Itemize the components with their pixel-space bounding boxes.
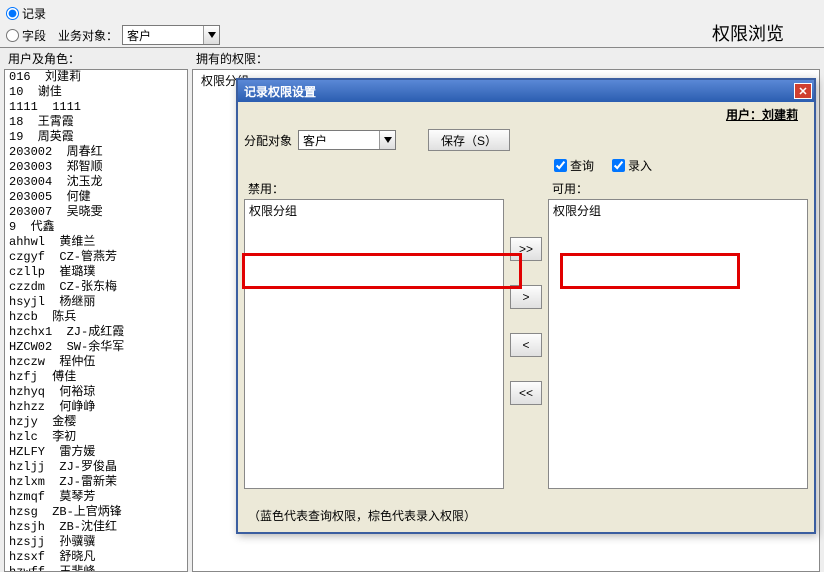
users-panel: 用户及角色： 016 刘建莉10 谢佳1111 111118 王霄霞19 周英霞… xyxy=(0,48,188,572)
list-item[interactable]: hzcb 陈兵 xyxy=(5,310,187,325)
disable-label: 禁用： xyxy=(244,178,504,199)
page-title: 权限浏览 xyxy=(712,20,784,46)
list-item[interactable]: hzjy 金樱 xyxy=(5,415,187,430)
list-item[interactable]: 18 王霄霞 xyxy=(5,115,187,130)
assign-row: 分配对象 保存（S） xyxy=(244,125,808,155)
users-panel-label: 用户及角色： xyxy=(8,50,188,67)
disable-listbox[interactable]: 权限分组 xyxy=(244,199,504,489)
assign-input[interactable] xyxy=(299,131,379,149)
assign-label: 分配对象 xyxy=(244,132,292,149)
assign-combo[interactable] xyxy=(298,130,396,150)
dialog-body: 用户：刘建莉 分配对象 保存（S） 查询 录入 xyxy=(238,102,814,532)
list-item[interactable]: 1111 1111 xyxy=(5,100,187,115)
chevron-down-icon[interactable] xyxy=(203,26,219,44)
list-item[interactable]: 203004 沈玉龙 xyxy=(5,175,187,190)
users-list[interactable]: 016 刘建莉10 谢佳1111 111118 王霄霞19 周英霞203002 … xyxy=(4,69,188,572)
list-item[interactable]: hzhyq 何裕琼 xyxy=(5,385,187,400)
list-item[interactable]: hzmqf 莫琴芳 xyxy=(5,490,187,505)
list-item[interactable]: 016 刘建莉 xyxy=(5,70,187,85)
list-item[interactable]: hzljj ZJ-罗俊晶 xyxy=(5,460,187,475)
business-object-label: 业务对象： xyxy=(58,27,118,44)
list-item[interactable]: ahhwl 黄维兰 xyxy=(5,235,187,250)
list-item[interactable]: 203003 郑智顺 xyxy=(5,160,187,175)
list-item[interactable]: hzsg ZB-上官炳锋 xyxy=(5,505,187,520)
list-item[interactable]: 203005 何健 xyxy=(5,190,187,205)
list-item[interactable]: hzsxf 舒晓凡 xyxy=(5,550,187,565)
list-item[interactable]: 权限分组 xyxy=(553,202,803,219)
list-item[interactable]: czllp 崔璐璞 xyxy=(5,265,187,280)
move-left-button[interactable]: < xyxy=(510,333,542,357)
list-item[interactable]: hzfj 傅佳 xyxy=(5,370,187,385)
radio-record-label: 记录 xyxy=(22,5,46,22)
chevron-down-icon[interactable] xyxy=(379,131,395,149)
list-item[interactable]: hzwff 王斐峰 xyxy=(5,565,187,572)
list-item[interactable]: 9 代鑫 xyxy=(5,220,187,235)
list-item[interactable]: hzhzz 何峥峥 xyxy=(5,400,187,415)
checkbox-input[interactable]: 录入 xyxy=(612,157,652,174)
dialog-user-line: 用户：刘建莉 xyxy=(244,104,808,125)
list-item[interactable]: hzlxm ZJ-雷新茉 xyxy=(5,475,187,490)
move-all-right-button[interactable]: >> xyxy=(510,237,542,261)
list-item[interactable]: 10 谢佳 xyxy=(5,85,187,100)
save-button[interactable]: 保存（S） xyxy=(428,129,510,151)
list-item[interactable]: czzdm CZ-张东梅 xyxy=(5,280,187,295)
list-item[interactable]: hzsjj 孙骥骥 xyxy=(5,535,187,550)
radio-record[interactable]: 记录 xyxy=(6,5,46,22)
record-permission-dialog: 记录权限设置 ✕ 用户：刘建莉 分配对象 保存（S） 查询 录入 xyxy=(236,78,816,534)
list-item[interactable]: 203007 吴晓雯 xyxy=(5,205,187,220)
list-item[interactable]: HZLFY 雷方媛 xyxy=(5,445,187,460)
hint-text: （蓝色代表查询权限，棕色代表录入权限） xyxy=(244,501,808,526)
dialog-title-text: 记录权限设置 xyxy=(244,83,316,100)
business-object-combo[interactable] xyxy=(122,25,220,45)
close-icon[interactable]: ✕ xyxy=(794,83,812,99)
check-row: 查询 录入 xyxy=(244,155,808,178)
checkbox-query[interactable]: 查询 xyxy=(554,157,594,174)
radio-field-label: 字段 xyxy=(22,27,46,44)
list-item[interactable]: 19 周英霞 xyxy=(5,130,187,145)
business-object-input[interactable] xyxy=(123,26,203,44)
top-bar: 记录 字段 业务对象： 权限浏览 xyxy=(0,0,824,48)
enable-listbox[interactable]: 权限分组 xyxy=(548,199,808,489)
transfer-buttons: >> > < << xyxy=(504,199,548,501)
list-item[interactable]: HZCW02 SW-余华军 xyxy=(5,340,187,355)
list-item[interactable]: hzczw 程仲伍 xyxy=(5,355,187,370)
permissions-panel-label: 拥有的权限： xyxy=(196,50,820,67)
list-item[interactable]: hzchx1 ZJ-成红霞 xyxy=(5,325,187,340)
list-item[interactable]: 203002 周春红 xyxy=(5,145,187,160)
list-item[interactable]: hzsjh ZB-沈佳红 xyxy=(5,520,187,535)
dialog-titlebar: 记录权限设置 ✕ xyxy=(238,80,814,102)
move-all-left-button[interactable]: << xyxy=(510,381,542,405)
radio-field[interactable]: 字段 xyxy=(6,27,46,44)
list-item[interactable]: hzlc 李初 xyxy=(5,430,187,445)
list-item[interactable]: 权限分组 xyxy=(249,202,499,219)
list-item[interactable]: hsyjl 杨继丽 xyxy=(5,295,187,310)
enable-label: 可用： xyxy=(548,178,808,199)
move-right-button[interactable]: > xyxy=(510,285,542,309)
list-item[interactable]: czgyf CZ-管燕芳 xyxy=(5,250,187,265)
dual-listbox-area: 禁用： 可用： 权限分组 >> > < << 权限分组 xyxy=(244,178,808,501)
